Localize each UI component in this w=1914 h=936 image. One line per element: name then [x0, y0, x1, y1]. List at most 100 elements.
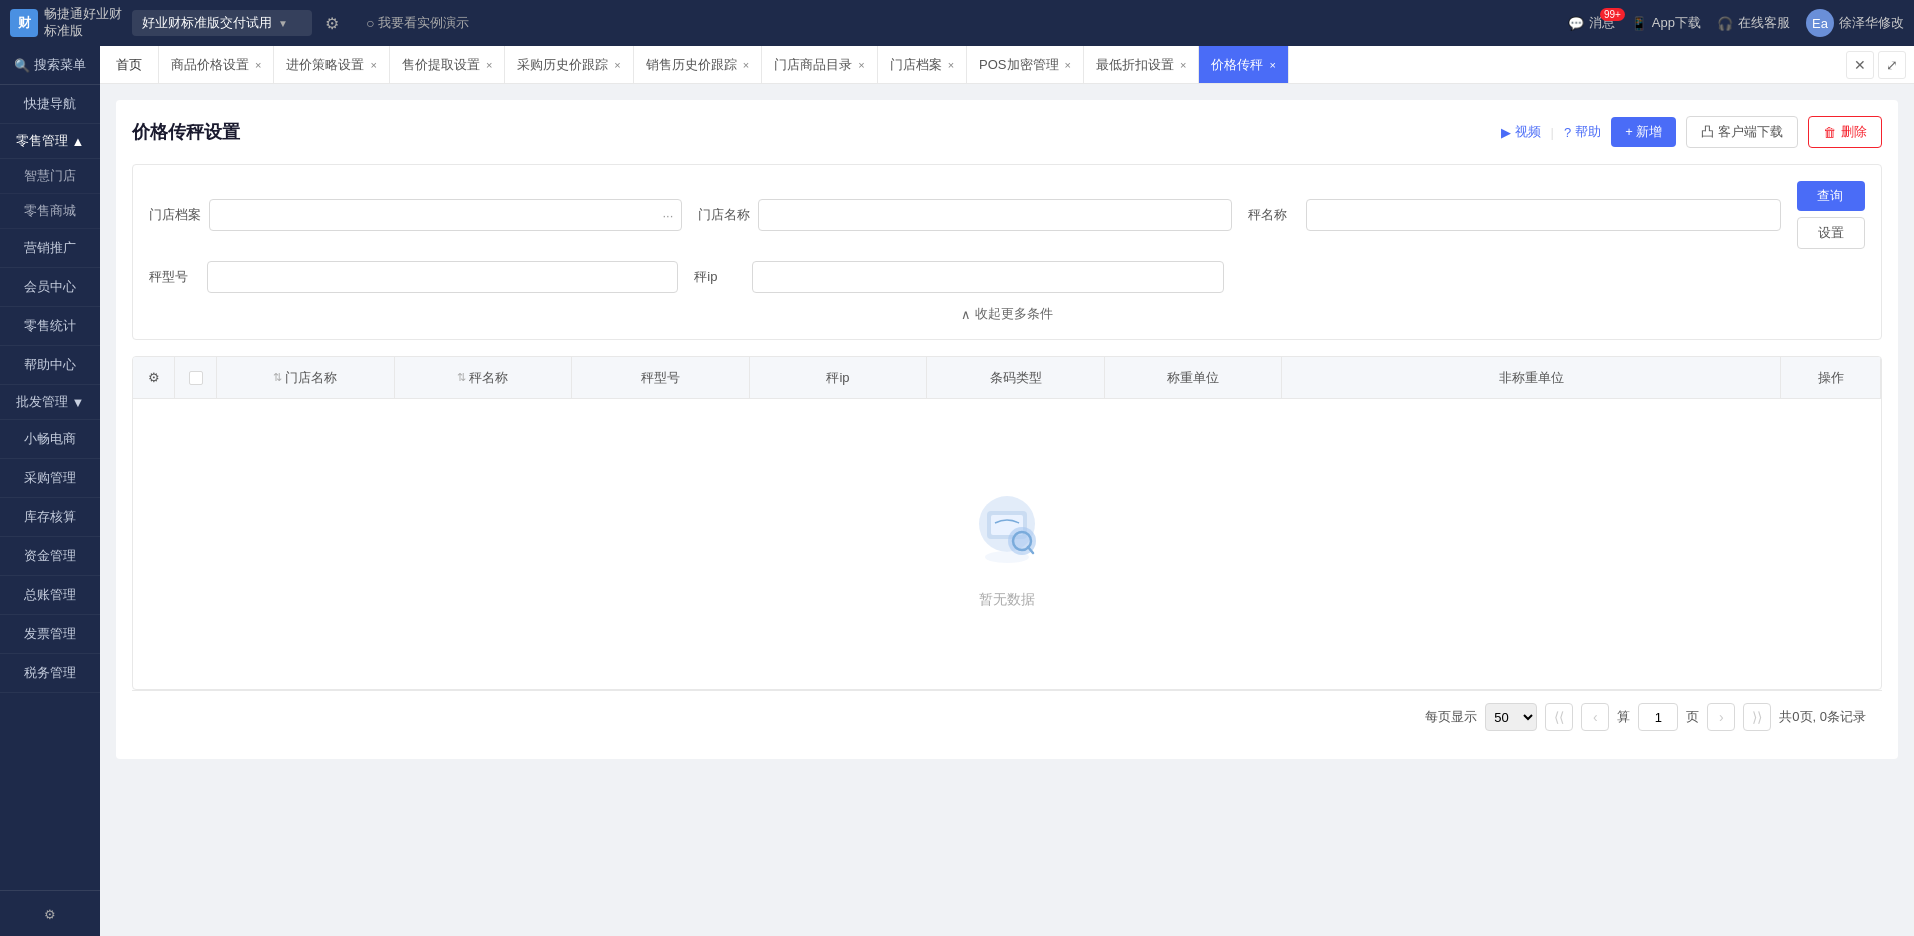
tab-close-icon[interactable]: × [1180, 59, 1186, 71]
sidebar-gear-icon[interactable]: ⚙ [0, 890, 100, 936]
sidebar-search[interactable]: 🔍 搜索菜单 [0, 46, 100, 85]
th-code-type: 条码类型 [927, 357, 1105, 398]
filter-scale-model: 秤型号 [149, 261, 678, 293]
add-button[interactable]: + 新增 [1611, 117, 1676, 147]
filter-row-2: 秤型号 秤ip [149, 261, 1865, 293]
delete-button[interactable]: 🗑 删除 [1808, 116, 1882, 148]
collapse-bar[interactable]: ∧ 收起更多条件 [149, 305, 1865, 323]
top-bar: 财 畅捷通好业财 标准版 好业财标准版交付试用 ▼ ⚙ ○ 我要看实例演示 💬 … [0, 0, 1914, 46]
query-button[interactable]: 查询 [1797, 181, 1865, 211]
sidebar-item-retail-management[interactable]: 零售管理 ▲ [0, 124, 100, 159]
tab-purchase-history[interactable]: 采购历史价跟踪 × [505, 46, 633, 84]
chevron-up-icon: ▲ [72, 134, 85, 149]
per-page-label: 每页显示 [1425, 708, 1477, 726]
th-gear[interactable]: ⚙ [133, 357, 175, 398]
per-page-select[interactable]: 50 10 20 100 [1485, 703, 1537, 731]
search-icon: 🔍 [14, 58, 30, 73]
scale-model-input[interactable] [207, 261, 678, 293]
store-name-input[interactable] [758, 199, 1231, 231]
tab-close-icon[interactable]: × [948, 59, 954, 71]
sort-icon[interactable]: ⇅ [273, 371, 282, 384]
ellipsis-icon[interactable]: ··· [662, 208, 673, 223]
user-menu[interactable]: Ea 徐泽华修改 [1806, 9, 1904, 37]
sidebar-item-marketing[interactable]: 营销推广 [0, 229, 100, 268]
settings-button[interactable]: 设置 [1797, 217, 1865, 249]
online-service-button[interactable]: 🎧 在线客服 [1717, 14, 1790, 32]
top-bar-right: 💬 消息 99+ 📱 App下载 🎧 在线客服 Ea 徐泽华修改 [1568, 9, 1904, 37]
prev-page-button[interactable]: ‹ [1581, 703, 1609, 731]
tab-purchase-strategy[interactable]: 进价策略设置 × [274, 46, 389, 84]
help-link[interactable]: ? 帮助 [1564, 123, 1601, 141]
sidebar-item-smart-store[interactable]: 智慧门店 [0, 159, 100, 194]
version-selector[interactable]: 好业财标准版交付试用 ▼ [132, 10, 312, 36]
tab-close-icon[interactable]: × [370, 59, 376, 71]
header-checkbox[interactable] [189, 371, 203, 385]
video-link[interactable]: ▶ 视频 [1501, 123, 1541, 141]
page-header-actions: ▶ 视频 | ? 帮助 + 新增 凸 客户端下载 🗑 删除 [1501, 116, 1882, 148]
first-page-button[interactable]: ⟨⟨ [1545, 703, 1573, 731]
app-download-button[interactable]: 📱 App下载 [1631, 14, 1701, 32]
tab-product-price[interactable]: 商品价格设置 × [159, 46, 274, 84]
tab-pos-encryption[interactable]: POS加密管理 × [967, 46, 1084, 84]
sidebar-item-general-ledger[interactable]: 总账管理 [0, 576, 100, 615]
sidebar-item-inventory[interactable]: 库存核算 [0, 498, 100, 537]
sidebar-item-xiaochang-ec[interactable]: 小畅电商 [0, 420, 100, 459]
scale-name-input[interactable] [1306, 199, 1781, 231]
th-store-name: ⇅ 门店名称 [217, 357, 395, 398]
tab-close-icon[interactable]: × [486, 59, 492, 71]
sidebar-item-member-center[interactable]: 会员中心 [0, 268, 100, 307]
page-input[interactable] [1638, 703, 1678, 731]
sort-icon[interactable]: ⇅ [457, 371, 466, 384]
sidebar-item-purchase-mgmt[interactable]: 采购管理 [0, 459, 100, 498]
th-scale-name: ⇅ 秤名称 [395, 357, 573, 398]
logo-text: 畅捷通好业财 标准版 [44, 6, 122, 40]
tab-close-icon[interactable]: × [1065, 59, 1071, 71]
circle-icon: ○ [366, 15, 374, 31]
sidebar-item-retail-mall[interactable]: 零售商城 [0, 194, 100, 229]
message-button[interactable]: 💬 消息 99+ [1568, 14, 1615, 32]
th-scale-ip: 秤ip [750, 357, 928, 398]
tab-sales-history[interactable]: 销售历史价跟踪 × [634, 46, 762, 84]
empty-text: 暂无数据 [979, 591, 1035, 609]
tab-close-button[interactable]: ✕ [1846, 51, 1874, 79]
settings-icon[interactable]: ⚙ [318, 9, 346, 37]
tab-min-discount[interactable]: 最低折扣设置 × [1084, 46, 1199, 84]
th-checkbox[interactable] [175, 357, 217, 398]
tab-store-catalog[interactable]: 门店商品目录 × [762, 46, 877, 84]
tab-store-archive[interactable]: 门店档案 × [878, 46, 967, 84]
phone-icon: 📱 [1631, 16, 1647, 31]
tab-price-scale[interactable]: 价格传秤 × [1199, 46, 1288, 84]
tab-bar-actions: ✕ ⤢ [1846, 51, 1914, 79]
store-archive-input[interactable] [218, 208, 662, 223]
sidebar-item-help-center[interactable]: 帮助中心 [0, 346, 100, 385]
next-page-button[interactable]: › [1707, 703, 1735, 731]
sidebar-item-tax[interactable]: 税务管理 [0, 654, 100, 693]
content-area: 首页 商品价格设置 × 进价策略设置 × 售价提取设置 × 采购历史价跟踪 × … [100, 46, 1914, 936]
export-button[interactable]: 凸 客户端下载 [1686, 116, 1798, 148]
demo-link[interactable]: ○ 我要看实例演示 [366, 14, 469, 32]
tab-close-icon[interactable]: × [1269, 59, 1275, 71]
scale-ip-input[interactable] [752, 261, 1223, 293]
page-panel: 价格传秤设置 ▶ 视频 | ? 帮助 + 新增 凸 客户端下载 [116, 100, 1898, 759]
chevron-down-icon: ▼ [278, 18, 288, 29]
sidebar: 🔍 搜索菜单 快捷导航 零售管理 ▲ 智慧门店 零售商城 营销推广 会员中心 零… [0, 46, 100, 936]
th-operations: 操作 [1781, 357, 1881, 398]
app-logo: 财 畅捷通好业财 标准版 [10, 6, 122, 40]
sidebar-item-wholesale[interactable]: 批发管理 ▼ [0, 385, 100, 420]
sidebar-item-capital[interactable]: 资金管理 [0, 537, 100, 576]
store-archive-input-wrapper[interactable]: ··· [209, 199, 682, 231]
last-page-button[interactable]: ⟩⟩ [1743, 703, 1771, 731]
page-content: 价格传秤设置 ▶ 视频 | ? 帮助 + 新增 凸 客户端下载 [100, 84, 1914, 936]
tab-close-icon[interactable]: × [255, 59, 261, 71]
sidebar-item-retail-stats[interactable]: 零售统计 [0, 307, 100, 346]
chevron-up-icon: ∧ [961, 307, 971, 322]
tab-home[interactable]: 首页 [100, 46, 159, 84]
tab-close-icon[interactable]: × [614, 59, 620, 71]
sidebar-item-invoice[interactable]: 发票管理 [0, 615, 100, 654]
tab-selling-price[interactable]: 售价提取设置 × [390, 46, 505, 84]
tab-close-icon[interactable]: × [743, 59, 749, 71]
tab-maximize-button[interactable]: ⤢ [1878, 51, 1906, 79]
sidebar-item-quick-nav[interactable]: 快捷导航 [0, 85, 100, 124]
empty-state: 暂无数据 [133, 399, 1881, 689]
tab-close-icon[interactable]: × [858, 59, 864, 71]
